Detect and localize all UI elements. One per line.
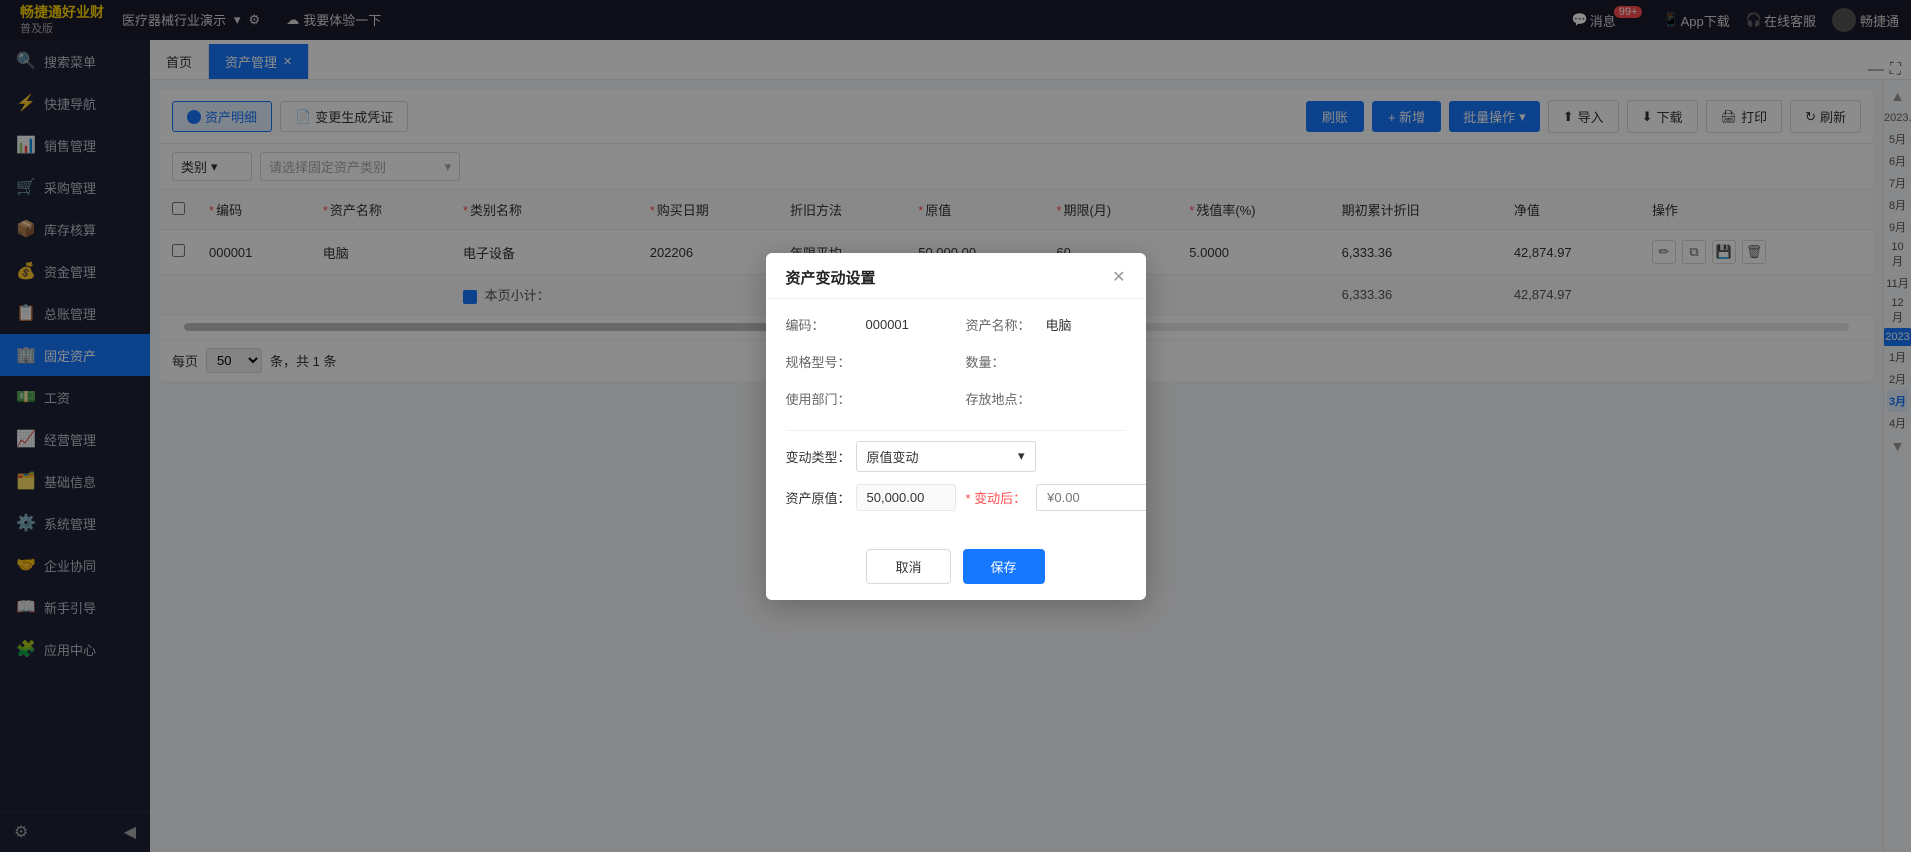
dialog-after-change-input[interactable]	[1036, 484, 1145, 511]
dialog-footer: 取消 保存	[766, 539, 1146, 600]
dialog-change-type-value: 原值变动	[867, 447, 919, 466]
dialog-name-value: 电脑	[1046, 315, 1126, 334]
dialog-quantity-label: 数量：	[966, 352, 1046, 371]
save-button[interactable]: 保存	[963, 549, 1045, 584]
dialog-code-label: 编码：	[786, 315, 866, 334]
dialog-close-btn[interactable]: ✕	[1112, 267, 1125, 287]
cancel-button[interactable]: 取消	[866, 549, 950, 584]
change-type-dropdown-icon: ▾	[1018, 448, 1025, 464]
dialog-row-3: 使用部门： 存放地点：	[786, 389, 1126, 418]
dialog-location-row: 存放地点：	[966, 389, 1126, 408]
dialog-change-type-row: 变动类型： 原值变动 ▾	[786, 441, 1126, 472]
dialog-dept-row: 使用部门：	[786, 389, 946, 408]
dialog-original-value-label: 资产原值：	[786, 488, 856, 507]
dialog-overlay: 资产变动设置 ✕ 编码： 000001 资产名称： 电脑 规格型号：	[0, 0, 1911, 852]
dialog-spec-row: 规格型号：	[786, 352, 946, 371]
dialog-amount-fields: 50,000.00 * 变动后：	[856, 484, 1146, 511]
dialog-code-row: 编码： 000001	[786, 315, 946, 334]
dialog-header: 资产变动设置 ✕	[766, 253, 1146, 299]
dialog-original-value-display: 50,000.00	[856, 484, 956, 511]
dialog-quantity-row: 数量：	[966, 352, 1126, 371]
dialog-spec-label: 规格型号：	[786, 352, 866, 371]
dialog-name-label: 资产名称：	[966, 315, 1046, 334]
dialog-location-label: 存放地点：	[966, 389, 1046, 408]
dialog-dept-label: 使用部门：	[786, 389, 866, 408]
dialog-change-type-select[interactable]: 原值变动 ▾	[856, 441, 1036, 472]
dialog-amount-row: 资产原值： 50,000.00 * 变动后：	[786, 484, 1126, 511]
dialog-after-change-label: * 变动后：	[966, 488, 1027, 507]
dialog-change-type-label: 变动类型：	[786, 447, 856, 466]
dialog-title: 资产变动设置	[786, 267, 876, 288]
dialog-row-2: 规格型号： 数量：	[786, 352, 1126, 381]
dialog-row-1: 编码： 000001 资产名称： 电脑	[786, 315, 1126, 344]
dialog-code-value: 000001	[866, 317, 946, 332]
dialog-name-row: 资产名称： 电脑	[966, 315, 1126, 334]
asset-change-dialog: 资产变动设置 ✕ 编码： 000001 资产名称： 电脑 规格型号：	[766, 253, 1146, 600]
dialog-body: 编码： 000001 资产名称： 电脑 规格型号： 数量：	[766, 299, 1146, 539]
dialog-divider	[786, 430, 1126, 431]
